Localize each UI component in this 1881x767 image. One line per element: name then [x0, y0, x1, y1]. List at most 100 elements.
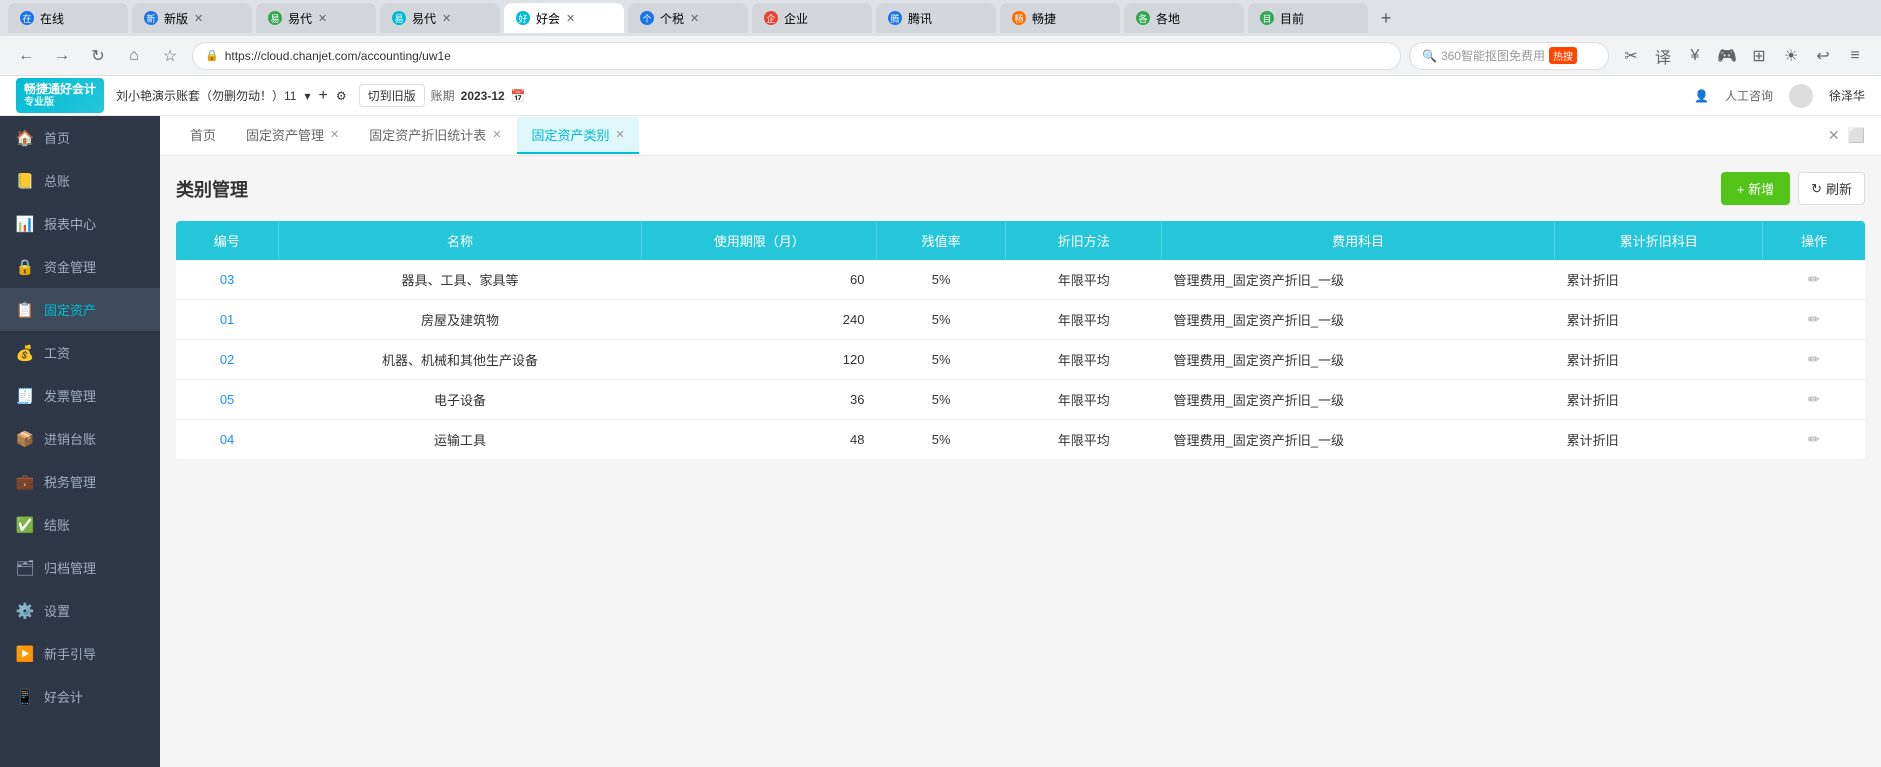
cell-code[interactable]: 01: [176, 300, 278, 340]
sidebar-item-settle[interactable]: ✅ 结账: [0, 503, 160, 546]
sidebar-item-more[interactable]: 📱 好会计: [0, 675, 160, 718]
undo-button[interactable]: ↩: [1809, 42, 1837, 70]
cell-name: 机器、机械和其他生产设备: [278, 340, 642, 380]
table-header: 编号 名称 使用期限（月） 残值率 折旧方法 费用科目 累计折旧科目 操作: [176, 221, 1865, 260]
browser-tab-muqian[interactable]: 目 目前: [1248, 3, 1368, 33]
back-button[interactable]: ←: [12, 42, 40, 70]
sidebar-item-inout[interactable]: 📦 进销台账: [0, 417, 160, 460]
tab-close-yidai1[interactable]: ✕: [318, 12, 327, 25]
cell-accumulated: 累计折旧: [1555, 260, 1763, 300]
refresh-button[interactable]: ↻: [84, 42, 112, 70]
report-icon: 📊: [16, 215, 34, 233]
tab-favicon-gedi: 各: [1136, 11, 1150, 25]
add-account-btn[interactable]: +: [319, 87, 328, 105]
cell-code[interactable]: 03: [176, 260, 278, 300]
page-title-bar: 类别管理 + 新增 ↻ 刷新: [176, 172, 1865, 205]
tab-close-xinban[interactable]: ✕: [194, 12, 203, 25]
tab-depreciation-close[interactable]: ✕: [492, 128, 501, 141]
edit-icon[interactable]: ✏: [1808, 391, 1820, 407]
dropdown-icon[interactable]: ▾: [304, 89, 310, 103]
cell-code[interactable]: 04: [176, 420, 278, 460]
edit-icon[interactable]: ✏: [1808, 351, 1820, 367]
col-header-method: 折旧方法: [1006, 221, 1162, 260]
browser-tab-zaixin[interactable]: 在 在线: [8, 3, 128, 33]
help-icon: 👤: [1694, 89, 1709, 103]
game-button[interactable]: 🎮: [1713, 42, 1741, 70]
tab-close-haohui[interactable]: ✕: [566, 12, 575, 25]
switch-old-version-btn[interactable]: 切到旧版: [359, 84, 425, 107]
browser-tab-geshui[interactable]: 个 个税 ✕: [628, 3, 748, 33]
cell-code[interactable]: 05: [176, 380, 278, 420]
calendar-icon[interactable]: 📅: [511, 89, 526, 103]
edit-icon[interactable]: ✏: [1808, 431, 1820, 447]
browser-tab-tengxun[interactable]: 腾 腾讯: [876, 3, 996, 33]
browser-tab-haohui[interactable]: 好 好会 ✕: [504, 3, 624, 33]
browser-toolbar: ← → ↻ ⌂ ☆ 🔒 https://cloud.chanjet.com/ac…: [0, 36, 1881, 76]
tab-category[interactable]: 固定资产类别 ✕: [517, 117, 638, 154]
browser-tab-xinban[interactable]: 新 新版 ✕: [132, 3, 252, 33]
app-logo: 畅捷通好会计 专业版: [16, 78, 104, 112]
page-content: 类别管理 + 新增 ↻ 刷新 编号 名称: [160, 156, 1881, 767]
search-bar[interactable]: 🔍 360智能抠图免费用 热搜: [1409, 42, 1609, 70]
cut-tool-button[interactable]: ✂: [1617, 42, 1645, 70]
browser-tab-yidai1[interactable]: 易 易代 ✕: [256, 3, 376, 33]
sun-button[interactable]: ☀: [1777, 42, 1805, 70]
tab-window-maximize[interactable]: ⬜: [1848, 127, 1865, 144]
cell-actions: ✏: [1763, 340, 1865, 380]
sidebar-item-invoice[interactable]: 🧾 发票管理: [0, 374, 160, 417]
forward-button[interactable]: →: [48, 42, 76, 70]
tab-category-close[interactable]: ✕: [616, 128, 625, 141]
home-button[interactable]: ⌂: [120, 42, 148, 70]
sidebar-item-tax[interactable]: 💼 税务管理: [0, 460, 160, 503]
sidebar-item-funds[interactable]: 🔒 资金管理: [0, 245, 160, 288]
tab-assets-mgmt[interactable]: 固定资产管理 ✕: [232, 117, 353, 154]
sidebar-item-report[interactable]: 📊 报表中心: [0, 202, 160, 245]
browser-tab-label: 新版: [164, 10, 188, 27]
address-bar[interactable]: 🔒 https://cloud.chanjet.com/accounting/u…: [192, 42, 1401, 70]
tab-close-yidai2[interactable]: ✕: [442, 12, 451, 25]
tab-assets-mgmt-close[interactable]: ✕: [330, 128, 339, 141]
browser-tab-yidai2[interactable]: 易 易代 ✕: [380, 3, 500, 33]
refresh-page-button[interactable]: ↻ 刷新: [1798, 172, 1865, 205]
layout-button[interactable]: ⊞: [1745, 42, 1773, 70]
sidebar-item-guide[interactable]: ▶️ 新手引导: [0, 632, 160, 675]
currency-button[interactable]: ¥: [1681, 42, 1709, 70]
sidebar-item-payroll[interactable]: 💰 工资: [0, 331, 160, 374]
tab-window-close[interactable]: ✕: [1828, 127, 1840, 144]
browser-tab-gedi[interactable]: 各 各地: [1124, 3, 1244, 33]
help-label[interactable]: 人工咨询: [1725, 87, 1773, 104]
sidebar-label-assets: 固定资产: [44, 300, 96, 319]
tab-home[interactable]: 首页: [176, 117, 230, 154]
archive-icon: 🗂: [16, 559, 34, 577]
sidebar-item-settings[interactable]: ⚙️ 设置: [0, 589, 160, 632]
sidebar: 🏠 首页 📒 总账 📊 报表中心 🔒 资金管理 📋 固定资产 💰 工资: [0, 116, 160, 767]
add-button[interactable]: + 新增: [1721, 172, 1790, 205]
browser-toolbar-actions: ✂ 译 ¥ 🎮 ⊞ ☀ ↩ ≡: [1617, 42, 1869, 70]
inout-icon: 📦: [16, 430, 34, 448]
tab-favicon-haohui: 好: [516, 11, 530, 25]
new-tab-button[interactable]: +: [1372, 4, 1400, 32]
tab-close-geshui[interactable]: ✕: [690, 12, 699, 25]
assets-icon: 📋: [16, 301, 34, 319]
tab-assets-mgmt-label: 固定资产管理: [246, 125, 324, 144]
tab-depreciation[interactable]: 固定资产折旧统计表 ✕: [355, 117, 515, 154]
browser-chrome: 在 在线 新 新版 ✕ 易 易代 ✕ 易 易代 ✕ 好 好会 ✕ 个 个税 ✕ …: [0, 0, 1881, 36]
refresh-label: 刷新: [1826, 179, 1852, 198]
cell-code[interactable]: 02: [176, 340, 278, 380]
sidebar-item-ledger[interactable]: 📒 总账: [0, 159, 160, 202]
settings-gear-icon[interactable]: ⚙: [336, 89, 347, 103]
cell-period: 60: [642, 260, 877, 300]
sidebar-item-archive[interactable]: 🗂 归档管理: [0, 546, 160, 589]
browser-tab-changjie[interactable]: 畅 畅捷: [1000, 3, 1120, 33]
edit-icon[interactable]: ✏: [1808, 271, 1820, 287]
sidebar-item-home[interactable]: 🏠 首页: [0, 116, 160, 159]
edit-icon[interactable]: ✏: [1808, 311, 1820, 327]
translate-button[interactable]: 译: [1649, 42, 1677, 70]
app-header: 畅捷通好会计 专业版 刘小艳演示账套（勿删勿动！）11 ▾ + ⚙ 切到旧版 账…: [0, 76, 1881, 116]
menu-button[interactable]: ≡: [1841, 42, 1869, 70]
bookmark-button[interactable]: ☆: [156, 42, 184, 70]
browser-tab-qiye[interactable]: 企 企业: [752, 3, 872, 33]
page-tab-bar: 首页 固定资产管理 ✕ 固定资产折旧统计表 ✕ 固定资产类别 ✕ ✕ ⬜: [160, 116, 1881, 156]
period-value: 2023-12: [461, 89, 505, 103]
sidebar-item-assets[interactable]: 📋 固定资产: [0, 288, 160, 331]
